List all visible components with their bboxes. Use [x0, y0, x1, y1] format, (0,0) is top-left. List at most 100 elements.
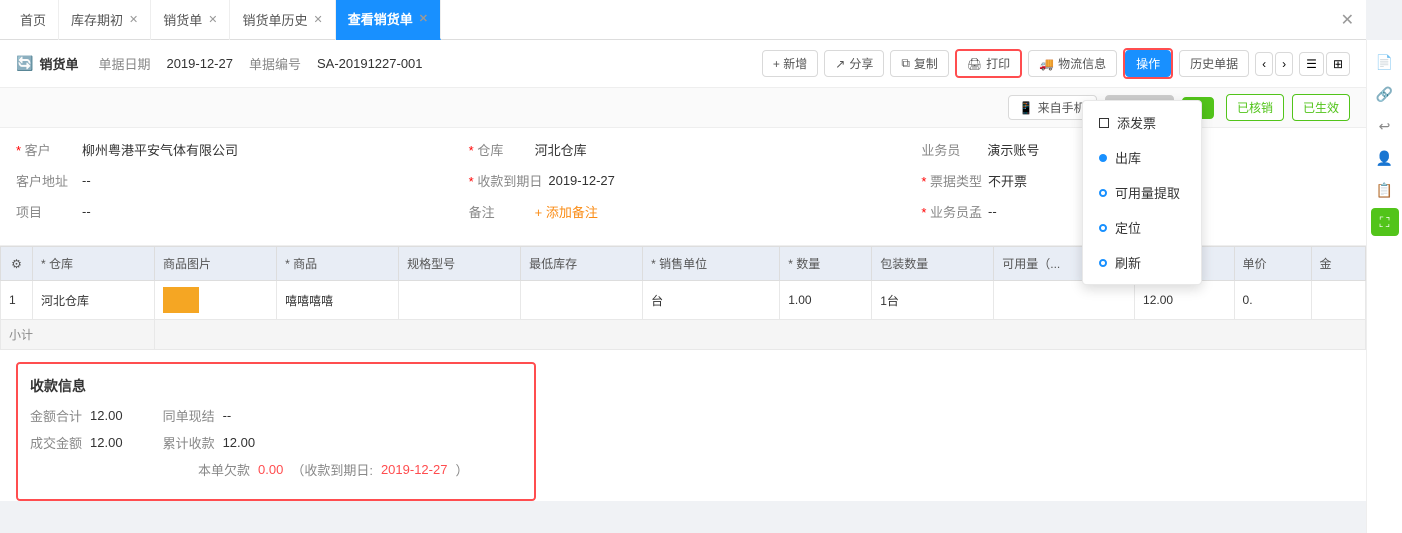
current-due-value: 0.00 — [258, 462, 283, 477]
row-image — [155, 281, 277, 320]
dropdown-locate[interactable]: 定位 — [1083, 210, 1201, 245]
subtotal-row: 小计 — [1, 320, 1366, 350]
project-field: 项目 -- — [16, 202, 445, 221]
min-stock-col-header: 最低库存 — [521, 247, 643, 281]
sales-unit-col-header: * 销售单位 — [643, 247, 780, 281]
due-date-label: （收款到期日: — [291, 460, 373, 479]
row-available — [994, 281, 1135, 320]
tab-sales-order[interactable]: 销货单 ✕ — [151, 0, 230, 40]
ticket-type-label: 票据类型 — [921, 171, 982, 190]
sales-staff-value: -- — [988, 204, 997, 219]
dropdown-refresh[interactable]: 刷新 — [1083, 245, 1201, 280]
row-warehouse: 河北仓库 — [33, 281, 155, 320]
window-close-button[interactable]: ✕ — [1341, 10, 1354, 30]
number-label: 单据编号 — [249, 54, 301, 73]
prev-button[interactable]: ‹ — [1255, 52, 1273, 76]
pack-qty-col-header: 包装数量 — [872, 247, 994, 281]
accumulated-label: 累计收款 — [163, 433, 215, 452]
new-button[interactable]: + 新增 — [762, 50, 818, 77]
row-product: 嘻嘻嘻嘻 — [277, 281, 399, 320]
tab-home[interactable]: 首页 — [8, 0, 59, 40]
sales-staff-label: 业务员孟 — [921, 202, 982, 221]
doc-icon: 🔄 — [16, 55, 33, 72]
staff-value: 演示账号 — [987, 140, 1039, 159]
sidebar-clipboard-icon[interactable]: 📋 — [1371, 176, 1399, 204]
operation-button[interactable]: 操作 — [1125, 50, 1171, 77]
dropdown-outbound[interactable]: 出库 — [1083, 140, 1201, 175]
sidebar-expand-icon[interactable]: ⛶ — [1371, 208, 1399, 236]
canceled-button[interactable]: 已核销 — [1226, 94, 1284, 121]
copy-button[interactable]: ⧉ 复制 — [890, 50, 949, 77]
transaction-amount-field: 成交金额 12.00 — [30, 433, 123, 452]
tab-close-sales[interactable]: ✕ — [208, 13, 217, 26]
dot-filled-icon — [1099, 154, 1107, 162]
product-col-header: * 商品 — [277, 247, 399, 281]
view-buttons: ☰ ⊞ — [1299, 52, 1350, 76]
row-amount — [1311, 281, 1365, 320]
payment-row-1: 金额合计 12.00 同单现结 -- — [30, 406, 522, 425]
grid-view-button[interactable]: ⊞ — [1326, 52, 1350, 76]
sidebar-doc-icon[interactable]: 📄 — [1371, 48, 1399, 76]
dot-outline-icon — [1099, 189, 1107, 197]
effective-button[interactable]: 已生效 — [1292, 94, 1350, 121]
logistics-button[interactable]: 🚚 物流信息 — [1028, 50, 1117, 77]
dropdown-available-qty[interactable]: 可用量提取 — [1083, 175, 1201, 210]
sidebar-link-icon[interactable]: 🔗 — [1371, 80, 1399, 108]
warehouse-field: 仓库 河北仓库 — [469, 140, 898, 159]
row-sales-unit: 台 — [643, 281, 780, 320]
print-highlight: 🖨 打印 — [955, 49, 1022, 78]
same-order-label: 同单现结 — [163, 406, 215, 425]
history-button[interactable]: 历史单据 — [1179, 50, 1249, 77]
warehouse-value: 河北仓库 — [535, 140, 587, 159]
project-label: 项目 — [16, 202, 76, 221]
transaction-amount-value: 12.00 — [90, 435, 123, 450]
remark-field: 备注 + 添加备注 — [469, 202, 898, 221]
sidebar-user-icon[interactable]: 👤 — [1371, 144, 1399, 172]
date-value: 2019-12-27 — [166, 56, 233, 71]
spec-col-header: 规格型号 — [399, 247, 521, 281]
list-view-button[interactable]: ☰ — [1299, 52, 1324, 76]
address-value: -- — [82, 173, 91, 188]
payment-date-field: 收款到期日 2019-12-27 — [469, 171, 898, 190]
tab-inventory[interactable]: 库存期初 ✕ — [59, 0, 151, 40]
truck-icon: 🚚 — [1039, 57, 1054, 71]
current-due-label: 本单欠款 — [198, 460, 250, 479]
total-amount-field: 金额合计 12.00 — [30, 406, 123, 425]
document-meta: 单据日期 2019-12-27 单据编号 SA-20191227-001 — [98, 54, 422, 73]
table-row: 1 河北仓库 嘻嘻嘻嘻 台 1.00 1台 12.00 0. — [1, 281, 1366, 320]
row-min-stock — [521, 281, 643, 320]
current-due-field: 本单欠款 0.00 （收款到期日: 2019-12-27 ） — [30, 460, 468, 479]
payment-date-value: 2019-12-27 — [548, 173, 615, 188]
tab-sales-history[interactable]: 销货单历史 ✕ — [230, 0, 335, 40]
tab-close-view[interactable]: ✕ — [419, 12, 428, 25]
amount-col-header: 金 — [1311, 247, 1365, 281]
tab-close-inventory[interactable]: ✕ — [129, 13, 138, 26]
address-field: 客户地址 -- — [16, 171, 445, 190]
right-sidebar: 📄 🔗 ↩ 👤 📋 ⛶ — [1366, 40, 1402, 533]
same-order-field: 同单现结 -- — [163, 406, 232, 425]
unit-price-col-header: 单价 — [1234, 247, 1311, 281]
remark-add-button[interactable]: + 添加备注 — [535, 202, 598, 221]
payment-row-2: 成交金额 12.00 累计收款 12.00 — [30, 433, 522, 452]
same-order-value: -- — [223, 408, 232, 423]
remark-label: 备注 — [469, 202, 529, 221]
print-icon: 🖨 — [967, 57, 982, 71]
dropdown-add-invoice[interactable]: 添发票 — [1083, 105, 1201, 140]
payment-title: 收款信息 — [30, 376, 522, 396]
share-button[interactable]: ↗ 分享 — [824, 50, 884, 77]
tab-close-history[interactable]: ✕ — [314, 13, 323, 26]
tab-view-sales[interactable]: 查看销货单 ✕ — [336, 0, 441, 40]
row-unit-price: 0. — [1234, 281, 1311, 320]
sidebar-return-icon[interactable]: ↩ — [1371, 112, 1399, 140]
operation-dropdown: 添发票 出库 可用量提取 定位 刷新 — [1082, 100, 1202, 285]
settings-col-header: ⚙ — [1, 247, 33, 281]
total-amount-label: 金额合计 — [30, 406, 82, 425]
transaction-amount-label: 成交金额 — [30, 433, 82, 452]
row-pack-qty: 1台 — [872, 281, 994, 320]
payment-row-3: 本单欠款 0.00 （收款到期日: 2019-12-27 ） — [30, 460, 522, 479]
next-button[interactable]: › — [1275, 52, 1293, 76]
address-label: 客户地址 — [16, 171, 76, 190]
product-image — [163, 287, 199, 313]
print-button[interactable]: 🖨 打印 — [957, 51, 1020, 76]
number-value: SA-20191227-001 — [317, 56, 423, 71]
